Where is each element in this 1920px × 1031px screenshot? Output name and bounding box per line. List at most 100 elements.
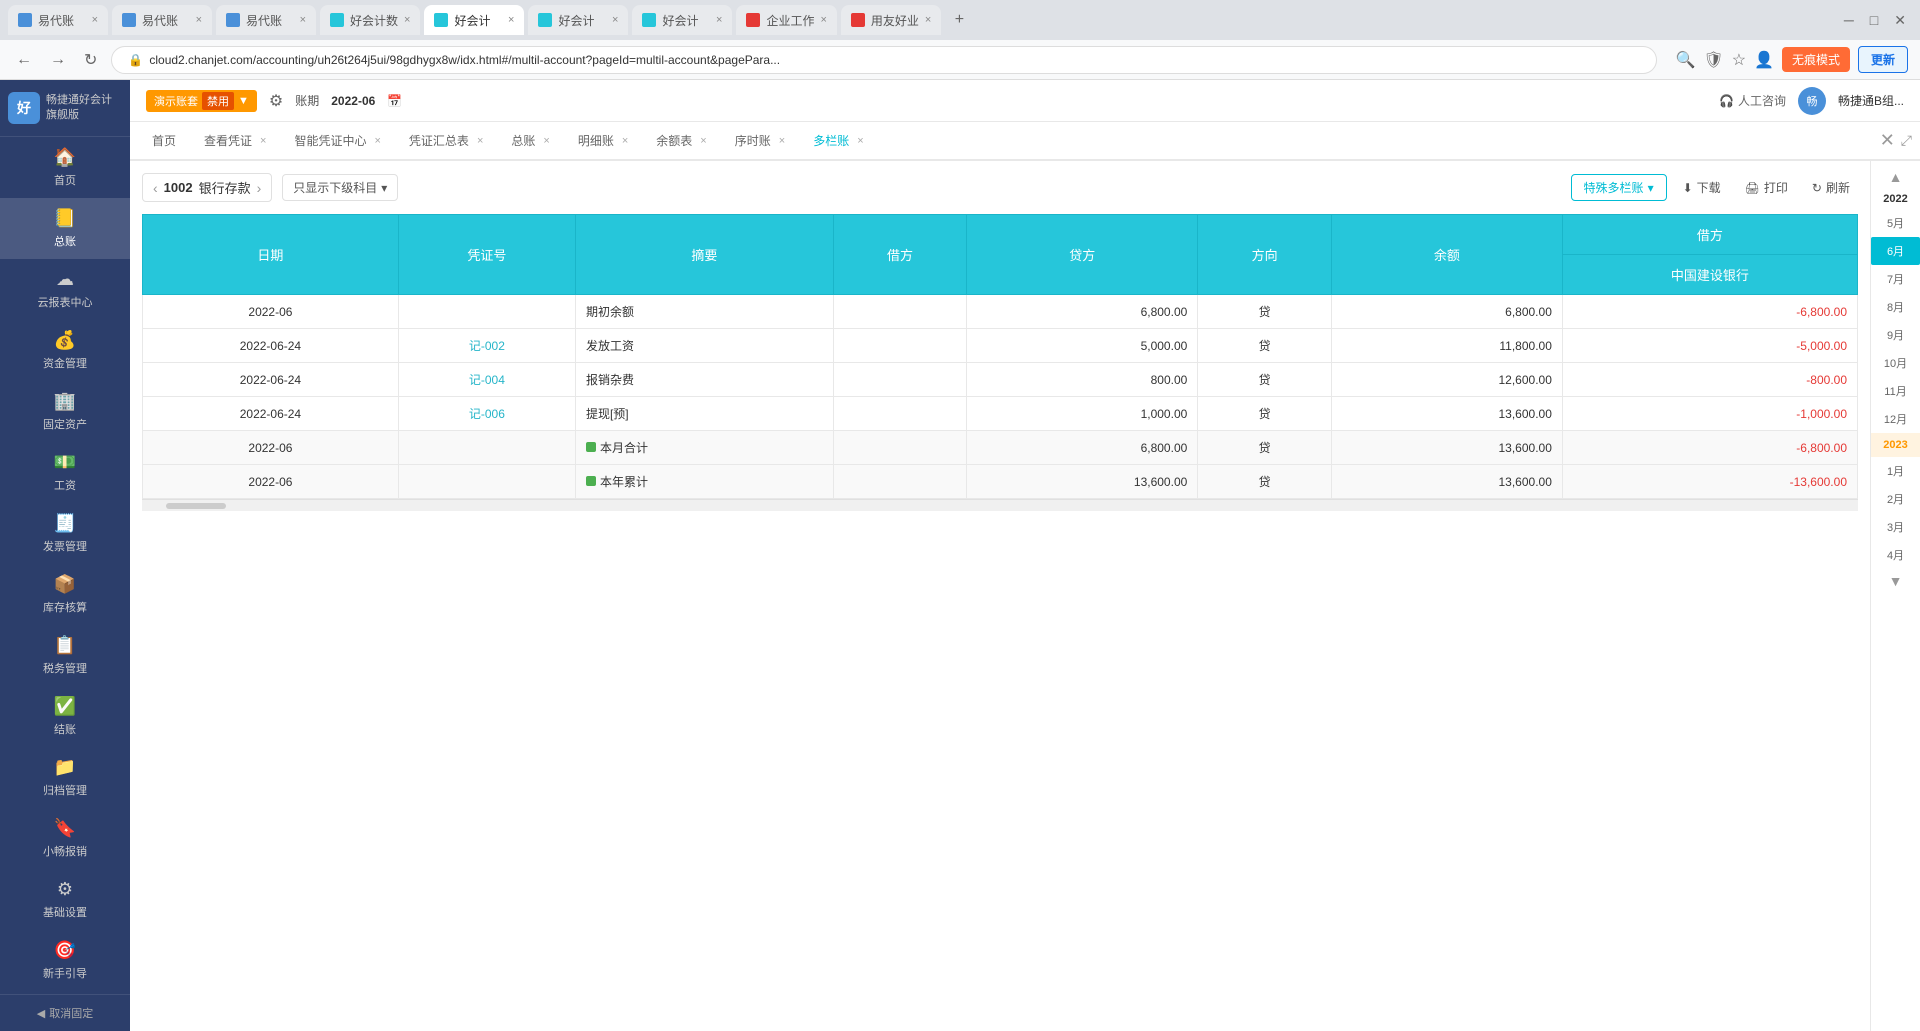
- star-icon[interactable]: ☆: [1732, 50, 1746, 70]
- tab-home[interactable]: 首页: [138, 122, 190, 159]
- horizontal-scrollbar[interactable]: [142, 499, 1858, 511]
- next-subject-button[interactable]: ›: [257, 180, 262, 196]
- refresh-ledger-button[interactable]: ↻ 刷新: [1804, 175, 1858, 200]
- tab-1[interactable]: 易代账 ×: [8, 5, 108, 35]
- sidebar-item-guide[interactable]: 🎯 新手引导: [0, 930, 130, 991]
- tab-voucher-summary[interactable]: 凭证汇总表 ×: [395, 122, 497, 159]
- month-jan[interactable]: 1月: [1871, 457, 1920, 485]
- tab-4[interactable]: 好会计数 ×: [320, 5, 420, 35]
- panel-expand-icon[interactable]: ⤢: [1901, 132, 1912, 149]
- tab-9[interactable]: 用友好业 ×: [841, 5, 941, 35]
- search-icon[interactable]: 🔍: [1675, 50, 1695, 70]
- back-button[interactable]: ←: [12, 47, 36, 73]
- sidebar-item-cloud-report[interactable]: ☁ 云报表中心: [0, 259, 130, 320]
- tab-detail-ledger[interactable]: 明细账 ×: [564, 122, 642, 159]
- tab-close-7[interactable]: ×: [716, 14, 722, 26]
- month-scroll-down[interactable]: ▼: [1885, 569, 1907, 593]
- cloud-icon: ☁: [56, 269, 74, 290]
- tab-3[interactable]: 易代账 ×: [216, 5, 316, 35]
- wuhen-mode-button[interactable]: 无痕模式: [1782, 47, 1850, 72]
- month-feb[interactable]: 2月: [1871, 485, 1920, 513]
- tab-balance[interactable]: 余额表 ×: [642, 122, 720, 159]
- tab-close-8[interactable]: ×: [820, 14, 826, 26]
- refresh-button[interactable]: ↻: [80, 46, 101, 74]
- month-jun[interactable]: 6月: [1871, 237, 1920, 265]
- sidebar-item-tax[interactable]: 📋 税务管理: [0, 625, 130, 686]
- month-apr[interactable]: 4月: [1871, 541, 1920, 569]
- sidebar-item-fund[interactable]: 💰 资金管理: [0, 320, 130, 381]
- tab-7[interactable]: 好会计 ×: [632, 5, 732, 35]
- voucher-link[interactable]: 记-002: [469, 339, 505, 353]
- sidebar-item-invoice[interactable]: 🧾 发票管理: [0, 503, 130, 564]
- month-nov[interactable]: 11月: [1871, 377, 1920, 405]
- voucher-link[interactable]: 记-006: [469, 407, 505, 421]
- special-multi-col-button[interactable]: 特殊多栏账 ▾: [1571, 174, 1667, 201]
- new-tab-button[interactable]: +: [945, 6, 973, 34]
- tab-close-balance[interactable]: ×: [700, 135, 706, 147]
- tab-close-6[interactable]: ×: [612, 14, 618, 26]
- tab-close-journal[interactable]: ×: [779, 135, 785, 147]
- sidebar-item-assets[interactable]: 🏢 固定资产: [0, 381, 130, 442]
- unpin-button[interactable]: ◀ 取消固定: [8, 1005, 122, 1021]
- tab-close-detail-ledger[interactable]: ×: [622, 135, 628, 147]
- sidebar-item-expense[interactable]: 🔖 小畅报销: [0, 808, 130, 869]
- voucher-link[interactable]: 记-004: [469, 373, 505, 387]
- month-jul[interactable]: 7月: [1871, 265, 1920, 293]
- month-may[interactable]: 5月: [1871, 209, 1920, 237]
- tab-journal[interactable]: 序时账 ×: [721, 122, 799, 159]
- filter-button[interactable]: 只显示下级科目 ▾: [282, 174, 398, 201]
- maximize-button[interactable]: □: [1864, 10, 1884, 30]
- summary-dot: [586, 476, 596, 486]
- tab-5[interactable]: 好会计 ×: [424, 5, 524, 35]
- print-button[interactable]: 🖨 打印: [1737, 175, 1796, 200]
- prev-subject-button[interactable]: ‹: [153, 180, 158, 196]
- tab-close-general-ledger[interactable]: ×: [543, 135, 549, 147]
- month-oct[interactable]: 10月: [1871, 349, 1920, 377]
- month-mar[interactable]: 3月: [1871, 513, 1920, 541]
- tab-close-voucher-summary[interactable]: ×: [477, 135, 483, 147]
- profile-icon[interactable]: 👤: [1754, 50, 1774, 70]
- tab-close-multi-column[interactable]: ×: [857, 135, 863, 147]
- tab-2[interactable]: 易代账 ×: [112, 5, 212, 35]
- tab-close-smart-voucher[interactable]: ×: [374, 135, 380, 147]
- consult-button[interactable]: 🎧 人工咨询: [1719, 92, 1786, 109]
- tab-view-voucher[interactable]: 查看凭证 ×: [190, 122, 280, 159]
- minimize-button[interactable]: ─: [1838, 10, 1860, 30]
- sidebar-item-home[interactable]: 🏠 首页: [0, 137, 130, 198]
- download-button[interactable]: ⬇ 下载: [1675, 175, 1729, 200]
- settings-gear-icon[interactable]: ⚙: [269, 91, 283, 111]
- cell-credit: 6,800.00: [967, 431, 1198, 465]
- month-aug[interactable]: 8月: [1871, 293, 1920, 321]
- scrollbar-thumb[interactable]: [166, 503, 226, 509]
- shield-icon[interactable]: 🛡: [1703, 50, 1723, 70]
- tab-8[interactable]: 企业工作 ×: [736, 5, 836, 35]
- sidebar-item-inventory[interactable]: 📦 库存核算: [0, 564, 130, 625]
- forward-button[interactable]: →: [46, 47, 70, 73]
- sidebar-item-settings[interactable]: ⚙ 基础设置: [0, 869, 130, 930]
- tab-close-view-voucher[interactable]: ×: [260, 135, 266, 147]
- url-input[interactable]: 🔒 cloud2.chanjet.com/accounting/uh26t264…: [111, 46, 1657, 74]
- tab-smart-voucher[interactable]: 智能凭证中心 ×: [280, 122, 394, 159]
- tab-6[interactable]: 好会计 ×: [528, 5, 628, 35]
- tab-close-2[interactable]: ×: [196, 14, 202, 26]
- close-button[interactable]: ✕: [1888, 10, 1912, 31]
- month-dec[interactable]: 12月: [1871, 405, 1920, 433]
- tab-close-1[interactable]: ×: [92, 14, 98, 26]
- tab-close-3[interactable]: ×: [300, 14, 306, 26]
- user-name: 畅捷通B组...: [1838, 92, 1904, 109]
- month-scroll-up[interactable]: ▲: [1885, 165, 1907, 189]
- panel-close-icon[interactable]: ✕: [1880, 130, 1895, 151]
- tab-close-4[interactable]: ×: [404, 14, 410, 26]
- update-button[interactable]: 更新: [1858, 46, 1908, 73]
- sidebar-item-archive[interactable]: 📁 归档管理: [0, 747, 130, 808]
- tab-general-ledger[interactable]: 总账 ×: [497, 122, 563, 159]
- tab-close-5[interactable]: ×: [508, 14, 514, 26]
- chevron-down-icon[interactable]: ▼: [238, 95, 249, 107]
- tab-close-9[interactable]: ×: [925, 14, 931, 26]
- month-sep[interactable]: 9月: [1871, 321, 1920, 349]
- sidebar-item-close-account[interactable]: ✅ 结账: [0, 686, 130, 747]
- calendar-icon[interactable]: 📅: [387, 94, 402, 108]
- tab-multi-column[interactable]: 多栏账 ×: [799, 122, 877, 159]
- sidebar-item-ledger[interactable]: 📒 总账: [0, 198, 130, 259]
- sidebar-item-salary[interactable]: 💵 工资: [0, 442, 130, 503]
